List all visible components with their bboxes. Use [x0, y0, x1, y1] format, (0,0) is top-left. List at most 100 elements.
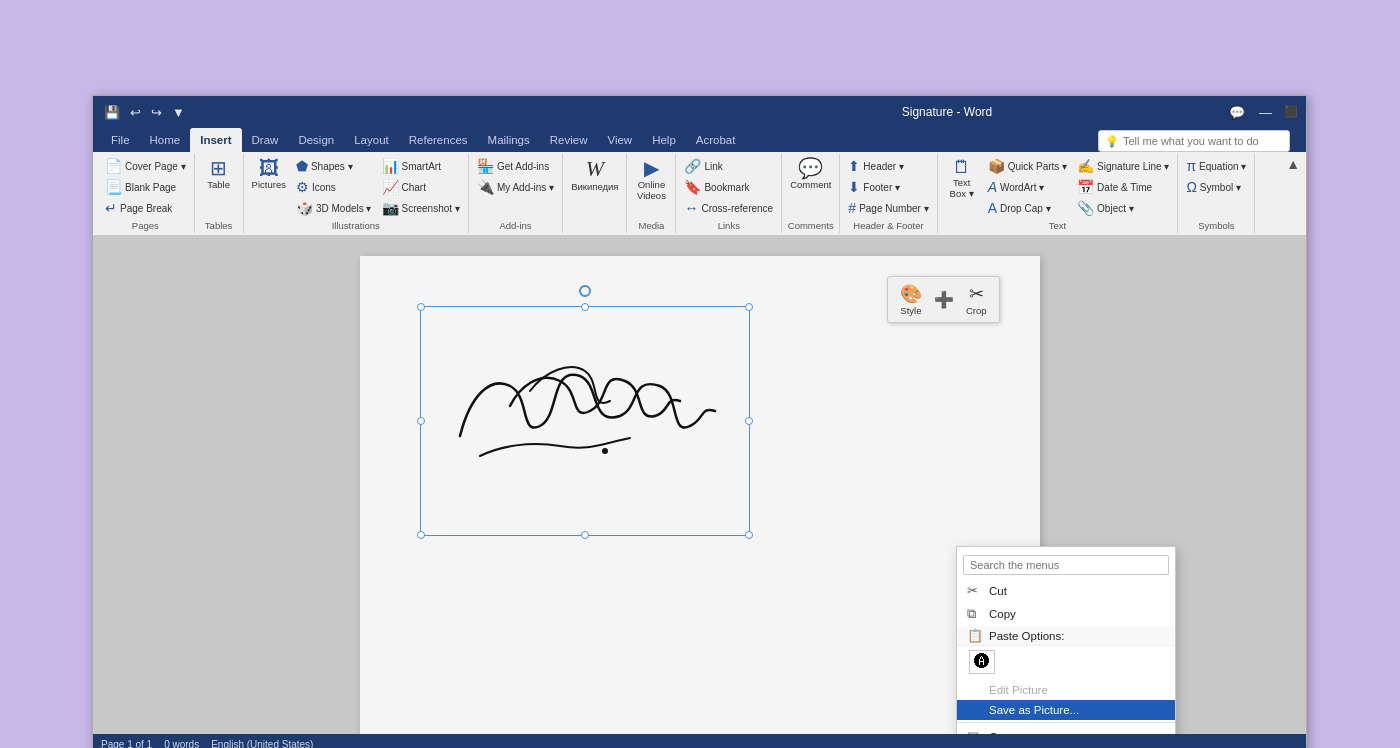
ribbon-collapse-btn[interactable]: ▲ — [1284, 154, 1302, 174]
icons-icon: ⚙ — [296, 179, 309, 195]
quick-parts-icon: 📦 — [988, 158, 1005, 174]
drop-cap-icon: A — [988, 200, 997, 216]
cover-page-btn[interactable]: 📄 Cover Page ▾ — [101, 156, 190, 176]
maximize-icon[interactable]: ⬛ — [1284, 105, 1298, 120]
date-time-btn[interactable]: 📅 Date & Time — [1073, 177, 1173, 197]
smartart-btn[interactable]: 📊 SmartArt — [378, 156, 464, 176]
page-break-label: Page Break — [120, 203, 172, 214]
bookmark-label: Bookmark — [704, 182, 749, 193]
header-btn[interactable]: ⬆ Header ▾ — [844, 156, 932, 176]
cm-copy[interactable]: ⧉ Copy — [957, 602, 1175, 626]
cm-group[interactable]: ▣ Group › — [957, 725, 1175, 734]
quick-parts-btn[interactable]: 📦 Quick Parts ▾ — [984, 156, 1071, 176]
equation-btn[interactable]: π Equation ▾ — [1182, 156, 1250, 176]
comments-group-label: Comments — [788, 218, 834, 231]
text-box-icon: 🗒 — [953, 158, 971, 176]
customize-icon[interactable]: ▼ — [169, 103, 188, 122]
ribbon-group-text: 🗒 TextBox ▾ 📦 Quick Parts ▾ A WordArt ▾ … — [938, 154, 1179, 233]
handle-middle-left[interactable] — [417, 417, 425, 425]
tab-design[interactable]: Design — [288, 128, 344, 152]
link-btn[interactable]: 🔗 Link — [680, 156, 777, 176]
save-icon[interactable]: 💾 — [101, 103, 123, 122]
wordart-btn[interactable]: A WordArt ▾ — [984, 177, 1071, 197]
tab-insert[interactable]: Insert — [190, 128, 241, 152]
shapes-col: ⬟ Shapes ▾ ⚙ Icons 🎲 3D Models ▾ — [292, 156, 376, 218]
handle-top-middle[interactable] — [581, 303, 589, 311]
cm-group-label: Group — [989, 731, 1155, 735]
cm-save-as-picture[interactable]: Save as Picture... — [957, 700, 1175, 720]
style-label: Style — [900, 305, 921, 316]
text-box-btn[interactable]: 🗒 TextBox ▾ — [942, 156, 982, 201]
page-number-btn[interactable]: # Page Number ▾ — [844, 198, 932, 218]
table-btn[interactable]: ⊞ Table — [199, 156, 239, 192]
ribbon-group-pages: 📄 Cover Page ▾ 📃 Blank Page ↵ Page Break… — [97, 154, 195, 233]
cm-cut[interactable]: ✂ Cut — [957, 579, 1175, 602]
tab-draw[interactable]: Draw — [242, 128, 289, 152]
symbol-btn[interactable]: Ω Symbol ▾ — [1182, 177, 1250, 197]
tab-review[interactable]: Review — [540, 128, 598, 152]
handle-bottom-middle[interactable] — [581, 531, 589, 539]
crop-btn[interactable]: ✂ Crop — [962, 281, 991, 318]
blank-page-btn[interactable]: 📃 Blank Page — [101, 177, 190, 197]
get-addins-btn[interactable]: 🏪 Get Add-ins — [473, 156, 558, 176]
rotate-handle[interactable] — [579, 285, 591, 297]
symbol-icon: Ω — [1186, 179, 1196, 195]
wikipedia-btn[interactable]: W Википедия — [567, 156, 622, 194]
date-time-label: Date & Time — [1097, 182, 1152, 193]
tab-acrobat[interactable]: Acrobat — [686, 128, 746, 152]
shapes-label: Shapes ▾ — [311, 161, 353, 172]
shapes-btn[interactable]: ⬟ Shapes ▾ — [292, 156, 376, 176]
links-col: 🔗 Link 🔖 Bookmark ↔ Cross-reference — [680, 156, 777, 218]
my-addins-btn[interactable]: 🔌 My Add-ins ▾ — [473, 177, 558, 197]
tab-home[interactable]: Home — [140, 128, 191, 152]
minimize-icon[interactable]: — — [1259, 105, 1272, 120]
undo-icon[interactable]: ↩ — [127, 103, 144, 122]
tab-references[interactable]: References — [399, 128, 478, 152]
redo-icon[interactable]: ↪ — [148, 103, 165, 122]
pictures-btn[interactable]: 🖼 Pictures — [248, 156, 290, 192]
cover-page-label: Cover Page ▾ — [125, 161, 186, 172]
links-group-label: Links — [718, 218, 740, 231]
bookmark-btn[interactable]: 🔖 Bookmark — [680, 177, 777, 197]
cm-paste-row: 📋 Paste Options: — [957, 626, 1175, 646]
chart-btn[interactable]: 📈 Chart — [378, 177, 464, 197]
handle-middle-right[interactable] — [745, 417, 753, 425]
drop-cap-btn[interactable]: A Drop Cap ▾ — [984, 198, 1071, 218]
online-videos-btn[interactable]: ▶ OnlineVideos — [631, 156, 671, 203]
footer-btn[interactable]: ⬇ Footer ▾ — [844, 177, 932, 197]
cross-ref-icon: ↔ — [684, 200, 698, 216]
paste-option-a[interactable]: 🅐 — [969, 650, 995, 674]
chat-icon[interactable]: 💬 — [1229, 105, 1245, 120]
tab-help[interactable]: Help — [642, 128, 686, 152]
title-bar-controls: 💬 — ⬛ — [1229, 105, 1298, 120]
blank-page-label: Blank Page — [125, 182, 176, 193]
object-btn[interactable]: 📎 Object ▾ — [1073, 198, 1173, 218]
screenshot-btn[interactable]: 📷 Screenshot ▾ — [378, 198, 464, 218]
handle-top-left[interactable] — [417, 303, 425, 311]
tell-me-input[interactable] — [1123, 135, 1283, 147]
icons-btn[interactable]: ⚙ Icons — [292, 177, 376, 197]
tell-me-box[interactable]: 💡 — [1098, 130, 1290, 152]
3dmodels-btn[interactable]: 🎲 3D Models ▾ — [292, 198, 376, 218]
pages-col: 📄 Cover Page ▾ 📃 Blank Page ↵ Page Break — [101, 156, 190, 218]
tab-view[interactable]: View — [597, 128, 642, 152]
object-label: Object ▾ — [1097, 203, 1134, 214]
text-group-label: Text — [1049, 218, 1066, 231]
context-menu-search[interactable] — [963, 555, 1169, 575]
text-col2: ✍ Signature Line ▾ 📅 Date & Time 📎 Objec… — [1073, 156, 1173, 218]
signature-line-btn[interactable]: ✍ Signature Line ▾ — [1073, 156, 1173, 176]
header-label: Header ▾ — [863, 161, 904, 172]
tab-file[interactable]: File — [101, 128, 140, 152]
paste-options-label: Paste Options: — [989, 630, 1064, 642]
page-break-btn[interactable]: ↵ Page Break — [101, 198, 190, 218]
style-btn[interactable]: 🎨 Style — [896, 281, 926, 318]
pictures-label: Pictures — [252, 179, 286, 190]
handle-top-right[interactable] — [745, 303, 753, 311]
tab-layout[interactable]: Layout — [344, 128, 399, 152]
handle-bottom-left[interactable] — [417, 531, 425, 539]
tab-mailings[interactable]: Mailings — [478, 128, 540, 152]
comment-btn[interactable]: 💬 Comment — [786, 156, 835, 192]
footer-icon: ⬇ — [848, 179, 860, 195]
handle-bottom-right[interactable] — [745, 531, 753, 539]
cross-ref-btn[interactable]: ↔ Cross-reference — [680, 198, 777, 218]
